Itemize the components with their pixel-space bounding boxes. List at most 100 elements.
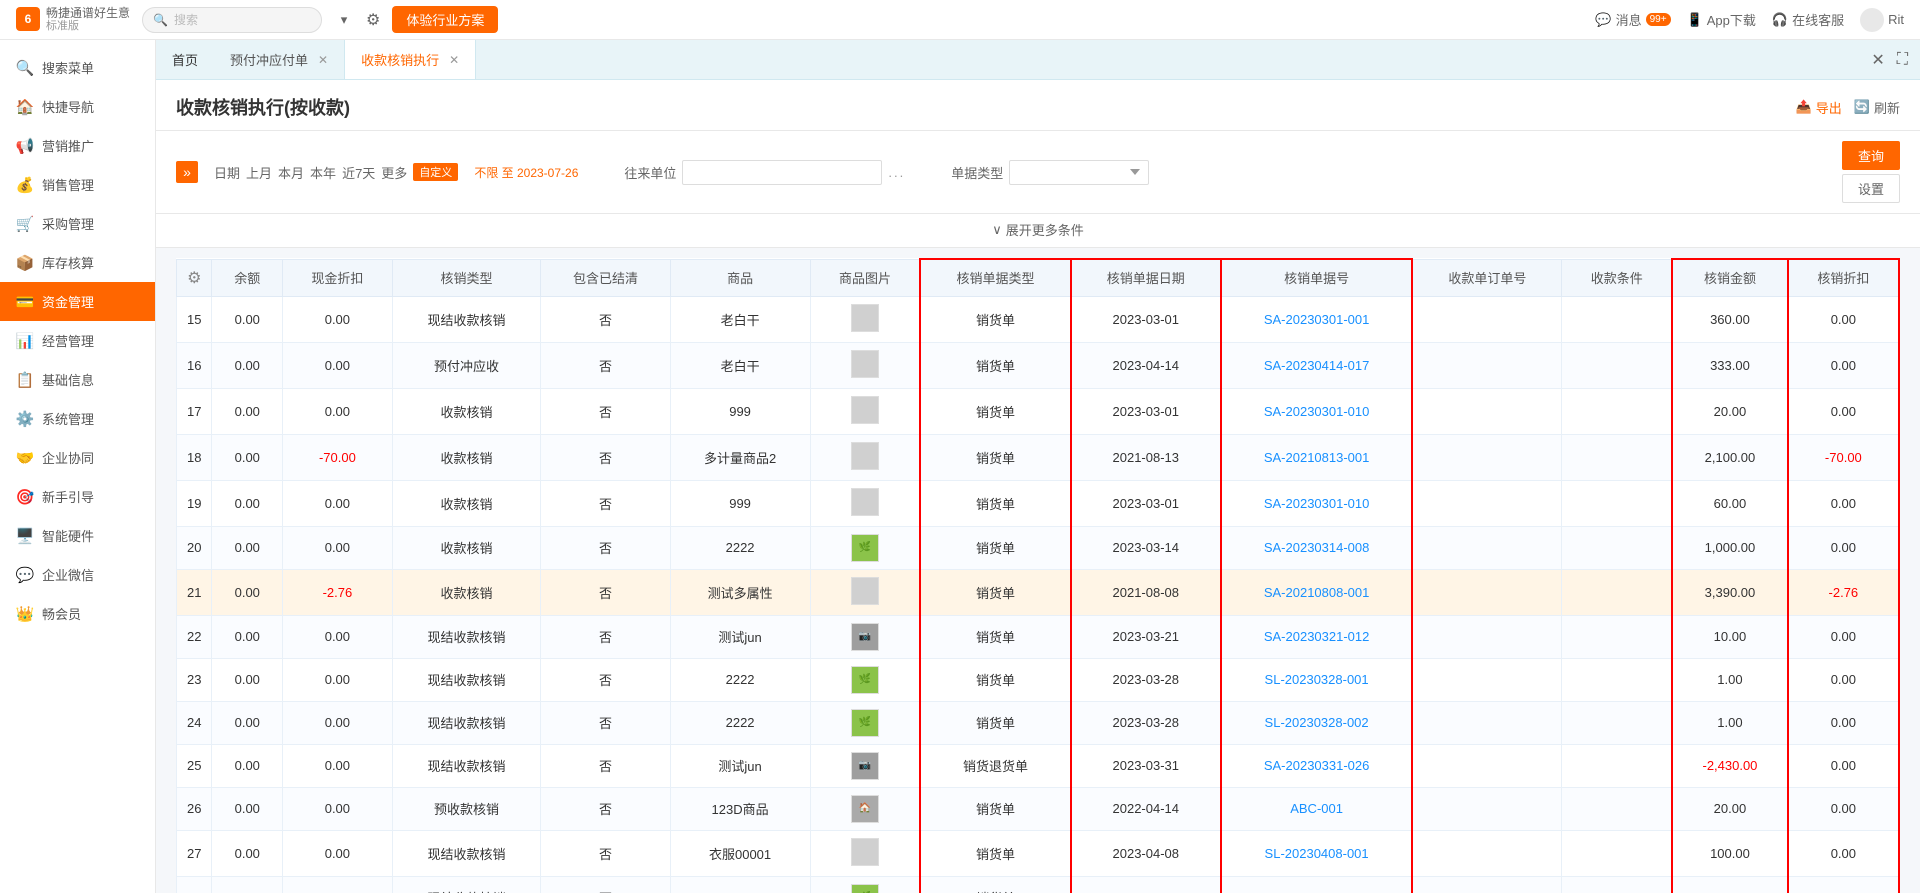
expand-more-btn[interactable]: ∨ 展开更多条件 [992,220,1084,239]
sidebar-label-guide: 新手引导 [42,487,94,506]
query-btn[interactable]: 查询 [1842,141,1900,170]
message-btn[interactable]: 💬 消息 99+ [1595,10,1670,29]
cell-included: 否 [541,296,670,342]
filter-bar: » 日期 上月 本月 本年 近7天 更多 自定义 不限 至 2023-07-26… [156,131,1920,214]
cell-type: 现结收款核销 [392,830,541,876]
settings-icon-btn[interactable]: ⚙ [366,10,380,30]
cell-bill-no[interactable]: SL-20230328-002 [1221,701,1413,744]
cell-bill-no[interactable]: SA-20230414-017 [1221,342,1413,388]
filter-expand-btn[interactable]: » [176,161,198,183]
cell-no: 25 [177,744,212,787]
sidebar-icon-operations: 📊 [16,332,34,350]
cell-included: 否 [541,480,670,526]
cell-cash-discount: 0.00 [283,701,393,744]
cell-discount: 0.00 [1788,526,1899,569]
table-row: 21 0.00 -2.76 收款核销 否 测试多属性 销货单 2021-08-0… [177,569,1900,615]
cell-bill-no[interactable]: SA-20230331-026 [1221,744,1413,787]
cell-bill-no[interactable]: ABC-001 [1221,787,1413,830]
cell-included: 否 [541,658,670,701]
cell-order-no [1412,701,1561,744]
partner-input[interactable] [682,160,882,185]
sidebar-item-guide[interactable]: 🎯 新手引导 [0,477,155,516]
sidebar-item-purchase[interactable]: 🛒 采购管理 [0,204,155,243]
cell-bill-no[interactable]: SA-20230301-001 [1221,296,1413,342]
cell-bill-type: 销货退货单 [920,744,1070,787]
tab-writeoff[interactable]: 收款核销执行 ✕ [345,40,476,79]
cell-bill-no[interactable]: SA-20210813-001 [1221,434,1413,480]
filter-custom-btn[interactable]: 自定义 [413,163,458,181]
sidebar-item-collab[interactable]: 🤝 企业协同 [0,438,155,477]
settings-btn[interactable]: 设置 [1842,174,1900,203]
cell-included: 否 [541,830,670,876]
cell-balance: 0.00 [212,744,283,787]
cell-bill-no[interactable]: SL-20230418-001 [1221,876,1413,893]
sidebar-item-member[interactable]: 👑 畅会员 [0,594,155,633]
filter-more[interactable]: 更多 [381,163,407,182]
cell-order-no [1412,615,1561,658]
sidebar-item-shortcut[interactable]: 🏠 快捷导航 [0,87,155,126]
sidebar-icon-marketing: 📢 [16,137,34,155]
sidebar-item-basic[interactable]: 📋 基础信息 [0,360,155,399]
filter-last-month[interactable]: 上月 [246,163,272,182]
sidebar-item-wechat[interactable]: 💬 企业微信 [0,555,155,594]
filter-last7[interactable]: 近7天 [342,163,375,182]
cell-bill-no[interactable]: SL-20230328-001 [1221,658,1413,701]
filter-this-year[interactable]: 本年 [310,163,336,182]
cell-bill-date: 2023-03-01 [1071,388,1221,434]
table-row: 23 0.00 0.00 现结收款核销 否 2222 🌿 销货单 2023-03… [177,658,1900,701]
col-balance: 余额 [212,259,283,296]
user-profile[interactable]: Rit [1860,8,1904,32]
sidebar-item-sales[interactable]: 💰 销售管理 [0,165,155,204]
app-download-btn[interactable]: 📱 App下载 [1687,10,1756,29]
cell-type: 现结收款核销 [392,876,541,893]
sidebar-item-finance[interactable]: 💳 资金管理 [0,282,155,321]
sidebar-icon-search: 🔍 [16,59,34,77]
cell-bill-type: 销货单 [920,615,1070,658]
maximize-btn[interactable]: ⛶ [1897,51,1908,69]
sidebar-item-marketing[interactable]: 📢 营销推广 [0,126,155,165]
cell-condition [1562,480,1672,526]
tab-prepay[interactable]: 预付冲应付单 ✕ [214,40,345,79]
cell-bill-no[interactable]: SA-20230314-008 [1221,526,1413,569]
col-settings[interactable]: ⚙ [177,259,212,296]
col-amount: 核销金额 [1672,259,1788,296]
bill-type-select[interactable] [1009,160,1149,185]
cell-no: 15 [177,296,212,342]
sidebar-item-system[interactable]: ⚙️ 系统管理 [0,399,155,438]
cell-bill-no[interactable]: SA-20230301-010 [1221,480,1413,526]
industry-btn[interactable]: 体验行业方案 [392,6,498,33]
cell-product-img [810,569,920,615]
refresh-btn[interactable]: 🔄 刷新 [1854,98,1900,117]
cell-type: 现结收款核销 [392,296,541,342]
cell-product: 2222 [670,701,810,744]
sidebar-item-inventory[interactable]: 📦 库存核算 [0,243,155,282]
cell-bill-no[interactable]: SA-20230321-012 [1221,615,1413,658]
tab-close-writeoff[interactable]: ✕ [449,53,459,67]
cell-bill-date: 2023-03-21 [1071,615,1221,658]
cell-bill-no[interactable]: SA-20210808-001 [1221,569,1413,615]
cell-order-no [1412,342,1561,388]
table-settings-icon[interactable]: ⚙ [187,270,201,287]
filter-date-group: 日期 上月 本月 本年 近7天 更多 自定义 [214,163,458,182]
cell-bill-no[interactable]: SL-20230408-001 [1221,830,1413,876]
cell-cash-discount: -2.76 [283,569,393,615]
col-condition: 收款条件 [1562,259,1672,296]
online-service-btn[interactable]: 🎧 在线客服 [1772,10,1844,29]
page-title: 收款核销执行(按收款) [176,94,350,120]
sidebar-item-operations[interactable]: 📊 经营管理 [0,321,155,360]
search-dropdown[interactable]: ▾ [334,12,354,28]
sidebar-item-hardware[interactable]: 🖥️ 智能硬件 [0,516,155,555]
export-btn[interactable]: 📤 导出 [1796,98,1842,117]
cell-bill-no[interactable]: SA-20230301-010 [1221,388,1413,434]
cell-cash-discount: -70.00 [283,434,393,480]
close-window-btn[interactable]: ✕ [1871,50,1884,70]
cell-product: 2222 [670,658,810,701]
cell-amount: 3,390.00 [1672,569,1788,615]
cell-bill-type: 销货单 [920,876,1070,893]
tab-home[interactable]: 首页 [156,40,214,79]
tab-close-prepay[interactable]: ✕ [318,53,328,67]
sidebar-item-search[interactable]: 🔍 搜索菜单 [0,48,155,87]
filter-this-month[interactable]: 本月 [278,163,304,182]
cell-discount: 0.00 [1788,876,1899,893]
cell-amount: 20.00 [1672,787,1788,830]
